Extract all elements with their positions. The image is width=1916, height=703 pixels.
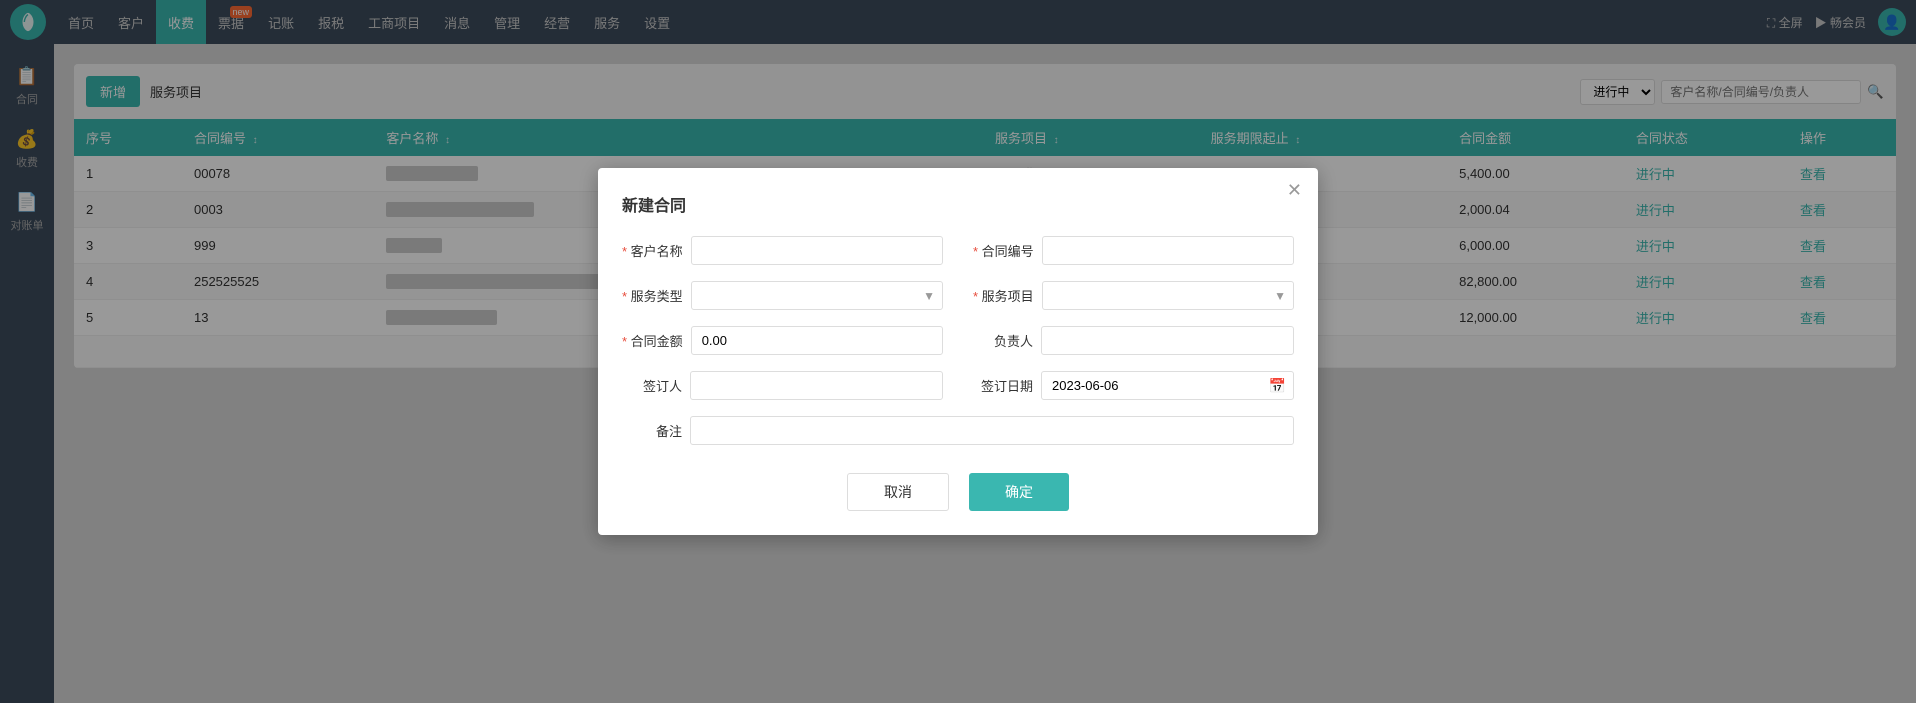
sign-date-row: 签订日期 📅 (973, 371, 1294, 400)
service-item-row: 服务项目 ▼ (973, 281, 1294, 310)
service-type-row: 服务类型 ▼ (622, 281, 943, 310)
modal-close-button[interactable]: ✕ (1287, 180, 1302, 201)
service-item-label: 服务项目 (973, 286, 1034, 305)
signer-row: 签订人 (622, 371, 943, 400)
customer-name-row: 客户名称 (622, 236, 943, 265)
sign-date-label: 签订日期 (973, 376, 1033, 395)
customer-name-input[interactable] (691, 236, 943, 265)
modal-footer: 取消 确定 (622, 473, 1294, 511)
cancel-button[interactable]: 取消 (847, 473, 949, 511)
service-type-select[interactable] (691, 281, 943, 310)
modal-overlay: ✕ 新建合同 客户名称 合同编号 服务类型 ▼ (0, 0, 1916, 703)
remark-label: 备注 (622, 421, 682, 440)
contract-no-input[interactable] (1042, 236, 1294, 265)
contract-amount-label: 合同金额 (622, 331, 683, 350)
responsible-row: 负责人 (973, 326, 1294, 355)
responsible-label: 负责人 (973, 331, 1033, 350)
service-type-select-wrap: ▼ (691, 281, 943, 310)
contract-no-label: 合同编号 (973, 241, 1034, 260)
modal-title: 新建合同 (622, 192, 1294, 216)
responsible-input[interactable] (1041, 326, 1294, 355)
signer-input[interactable] (690, 371, 943, 400)
customer-name-label: 客户名称 (622, 241, 683, 260)
contract-amount-row: 合同金额 0.00 (622, 326, 943, 355)
new-contract-modal: ✕ 新建合同 客户名称 合同编号 服务类型 ▼ (598, 168, 1318, 535)
service-type-label: 服务类型 (622, 286, 683, 305)
modal-form: 客户名称 合同编号 服务类型 ▼ 服务项目 (622, 236, 1294, 445)
remark-row: 备注 (622, 416, 1294, 445)
calendar-icon: 📅 (1269, 377, 1286, 394)
signer-label: 签订人 (622, 376, 682, 395)
sign-date-input[interactable] (1041, 371, 1294, 400)
sign-date-wrap: 📅 (1041, 371, 1294, 400)
service-item-select[interactable] (1042, 281, 1294, 310)
contract-no-row: 合同编号 (973, 236, 1294, 265)
contract-amount-input[interactable]: 0.00 (691, 326, 943, 355)
remark-input[interactable] (690, 416, 1294, 445)
confirm-button[interactable]: 确定 (969, 473, 1069, 511)
service-item-select-wrap: ▼ (1042, 281, 1294, 310)
